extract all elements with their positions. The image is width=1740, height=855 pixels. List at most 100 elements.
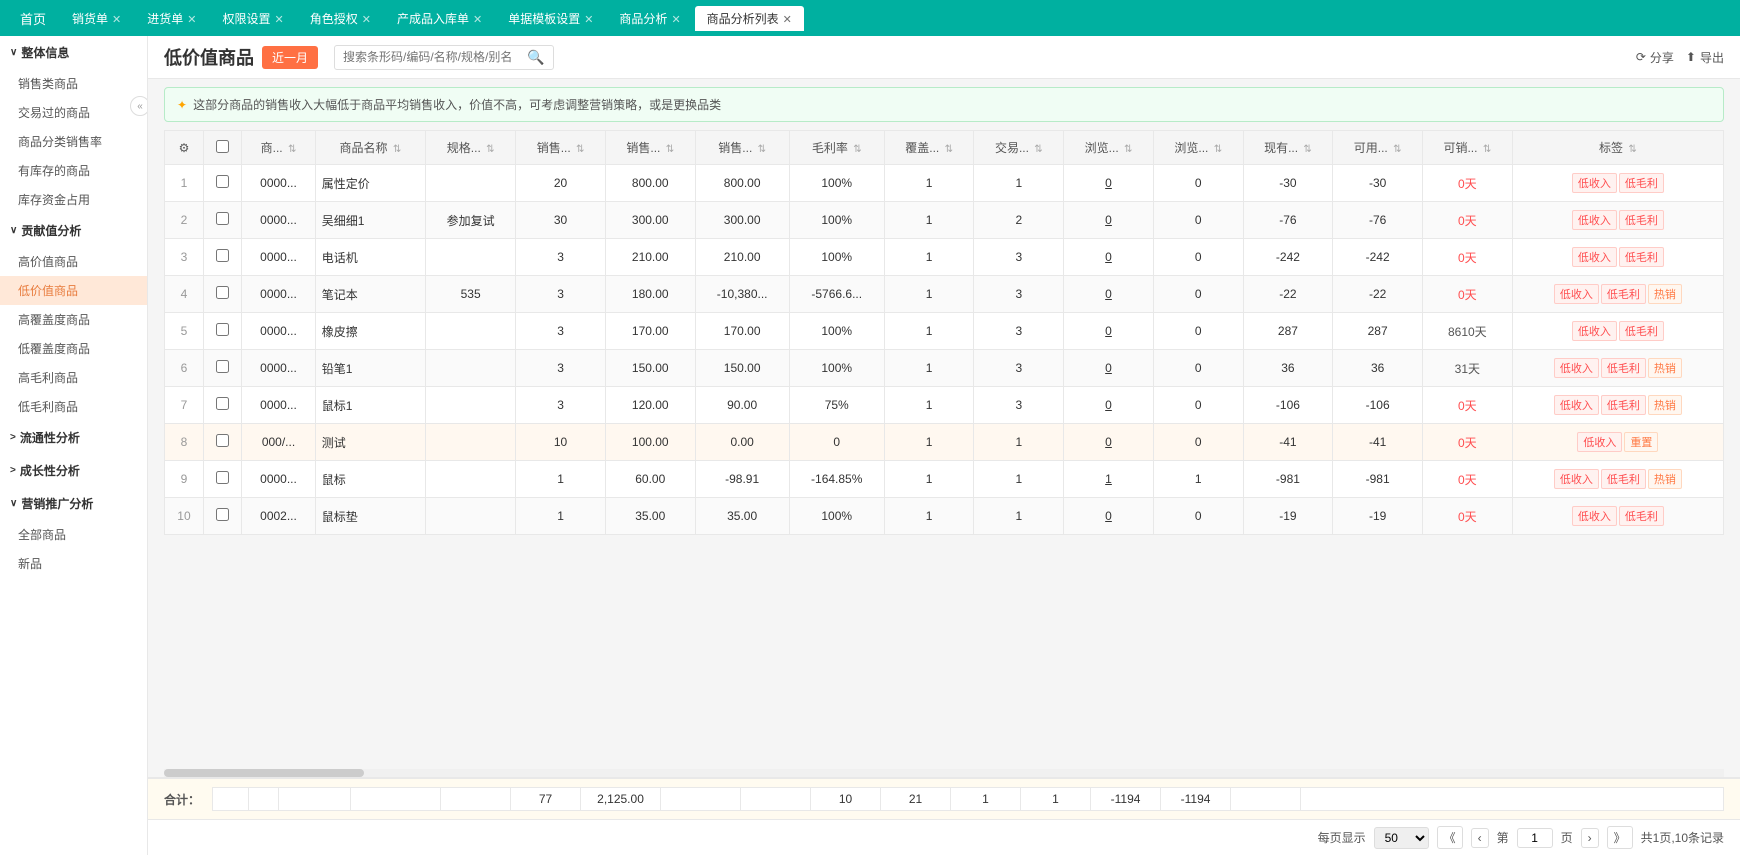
cell-checkbox[interactable] (203, 350, 241, 387)
sidebar-section-contribution[interactable]: ∨ 贡献值分析 (0, 214, 147, 247)
cell-view1[interactable]: 0 (1064, 350, 1154, 387)
th-coverage[interactable]: 覆盖... ⇅ (884, 131, 974, 165)
nav-template-settings[interactable]: 单据模板设置✕ (496, 6, 605, 31)
cell-checkbox[interactable] (203, 165, 241, 202)
view1-link[interactable]: 0 (1105, 287, 1112, 301)
prev-page-button[interactable]: ‹ (1471, 828, 1489, 848)
th-trade[interactable]: 交易... ⇅ (974, 131, 1064, 165)
nav-close-icon[interactable]: ✕ (112, 14, 121, 26)
cell-checkbox[interactable] (203, 387, 241, 424)
select-all-checkbox[interactable] (216, 140, 229, 153)
sidebar-item-low-value[interactable]: 低价值商品 (0, 276, 147, 305)
cell-view1[interactable]: 0 (1064, 239, 1154, 276)
next-page-button[interactable]: › (1581, 828, 1599, 848)
sidebar-item-inventory-funds[interactable]: 库存资金占用 (0, 185, 147, 214)
sidebar-section-growth[interactable]: > 成长性分析 (0, 454, 147, 487)
sidebar-item-high-coverage[interactable]: 高覆盖度商品 (0, 305, 147, 334)
scroll-thumb[interactable] (164, 769, 364, 777)
sidebar-item-low-coverage[interactable]: 低覆盖度商品 (0, 334, 147, 363)
row-checkbox[interactable] (216, 471, 229, 484)
cell-checkbox[interactable] (203, 424, 241, 461)
th-code[interactable]: 商... ⇅ (242, 131, 315, 165)
nav-close-icon[interactable]: ✕ (362, 14, 371, 26)
nav-role-auth[interactable]: 角色授权✕ (298, 6, 383, 31)
nav-purchase-order[interactable]: 进货单✕ (135, 6, 208, 31)
nav-product-analysis-list[interactable]: 商品分析列表✕ (695, 6, 804, 31)
nav-home[interactable]: 首页 (8, 5, 58, 32)
view1-link[interactable]: 0 (1105, 176, 1112, 190)
th-checkbox[interactable] (203, 131, 241, 165)
view1-link[interactable]: 0 (1105, 361, 1112, 375)
sidebar-item-traded-products[interactable]: 交易过的商品 (0, 98, 147, 127)
cell-view1[interactable]: 0 (1064, 498, 1154, 535)
cell-view1[interactable]: 0 (1064, 276, 1154, 313)
export-button[interactable]: ⬆ 导出 (1686, 49, 1724, 66)
search-icon[interactable]: 🔍 (527, 49, 544, 66)
table-horizontal-scrollbar[interactable] (164, 769, 1724, 777)
sidebar-item-high-value[interactable]: 高价值商品 (0, 247, 147, 276)
nav-close-icon[interactable]: ✕ (473, 14, 482, 26)
cell-view1[interactable]: 0 (1064, 313, 1154, 350)
cell-checkbox[interactable] (203, 202, 241, 239)
last-page-button[interactable]: 》 (1607, 826, 1633, 849)
view1-link[interactable]: 0 (1105, 213, 1112, 227)
th-view2[interactable]: 浏览... ⇅ (1153, 131, 1243, 165)
nav-close-icon[interactable]: ✕ (187, 14, 196, 26)
nav-sales-order[interactable]: 销货单✕ (60, 6, 133, 31)
row-checkbox[interactable] (216, 175, 229, 188)
view1-link[interactable]: 0 (1105, 250, 1112, 264)
row-checkbox[interactable] (216, 286, 229, 299)
cell-view1[interactable]: 0 (1064, 165, 1154, 202)
sidebar-item-high-margin[interactable]: 高毛利商品 (0, 363, 147, 392)
cell-view1[interactable]: 0 (1064, 424, 1154, 461)
sidebar-collapse-button[interactable]: « (130, 96, 148, 116)
th-spec[interactable]: 规格... ⇅ (426, 131, 516, 165)
view1-link[interactable]: 0 (1105, 435, 1112, 449)
sidebar-item-low-margin[interactable]: 低毛利商品 (0, 392, 147, 421)
cell-view1[interactable]: 0 (1064, 202, 1154, 239)
th-tags[interactable]: 标签 ⇅ (1512, 131, 1723, 165)
sidebar-item-category-sales-rate[interactable]: 商品分类销售率 (0, 127, 147, 156)
nav-close-icon[interactable]: ✕ (783, 14, 792, 26)
cell-view1[interactable]: 1 (1064, 461, 1154, 498)
first-page-button[interactable]: 《 (1437, 826, 1463, 849)
row-checkbox[interactable] (216, 360, 229, 373)
view1-link[interactable]: 0 (1105, 324, 1112, 338)
sidebar-item-sales-products[interactable]: 销售类商品 (0, 69, 147, 98)
page-number-input[interactable] (1517, 828, 1553, 848)
nav-close-icon[interactable]: ✕ (671, 14, 680, 26)
cell-view1[interactable]: 0 (1064, 387, 1154, 424)
row-checkbox[interactable] (216, 212, 229, 225)
row-checkbox[interactable] (216, 508, 229, 521)
view1-link[interactable]: 1 (1105, 472, 1112, 486)
th-sale-qty[interactable]: 销售... ⇅ (516, 131, 606, 165)
sidebar-section-overall[interactable]: ∨ 整体信息 (0, 36, 147, 69)
sidebar-section-marketing[interactable]: ∨ 营销推广分析 (0, 487, 147, 520)
view1-link[interactable]: 0 (1105, 398, 1112, 412)
search-input[interactable] (343, 50, 523, 64)
th-saleable[interactable]: 可销... ⇅ (1422, 131, 1512, 165)
nav-close-icon[interactable]: ✕ (275, 14, 284, 26)
row-checkbox[interactable] (216, 249, 229, 262)
sidebar-section-liquidity[interactable]: > 流通性分析 (0, 421, 147, 454)
nav-product-inbound[interactable]: 产成品入库单✕ (385, 6, 494, 31)
th-margin[interactable]: 毛利率 ⇅ (789, 131, 884, 165)
sidebar-item-stocked-products[interactable]: 有库存的商品 (0, 156, 147, 185)
row-checkbox[interactable] (216, 397, 229, 410)
th-view1[interactable]: 浏览... ⇅ (1064, 131, 1154, 165)
cell-checkbox[interactable] (203, 313, 241, 350)
th-current[interactable]: 现有... ⇅ (1243, 131, 1333, 165)
th-sale-amount[interactable]: 销售... ⇅ (695, 131, 789, 165)
sidebar-item-new-products[interactable]: 新品 (0, 549, 147, 578)
th-sale-price[interactable]: 销售... ⇅ (605, 131, 695, 165)
table-container[interactable]: ⚙ 商... ⇅ 商品名称 ⇅ 规格... ⇅ 销售... ⇅ 销售... ⇅ … (164, 130, 1724, 769)
sidebar-item-all-products[interactable]: 全部商品 (0, 520, 147, 549)
share-button[interactable]: ⟳ 分享 (1636, 49, 1674, 66)
nav-permissions[interactable]: 权限设置✕ (210, 6, 295, 31)
row-checkbox[interactable] (216, 434, 229, 447)
cell-checkbox[interactable] (203, 276, 241, 313)
cell-checkbox[interactable] (203, 239, 241, 276)
page-size-select[interactable]: 50 100 (1374, 827, 1429, 849)
th-name[interactable]: 商品名称 ⇅ (315, 131, 425, 165)
th-settings[interactable]: ⚙ (165, 131, 204, 165)
